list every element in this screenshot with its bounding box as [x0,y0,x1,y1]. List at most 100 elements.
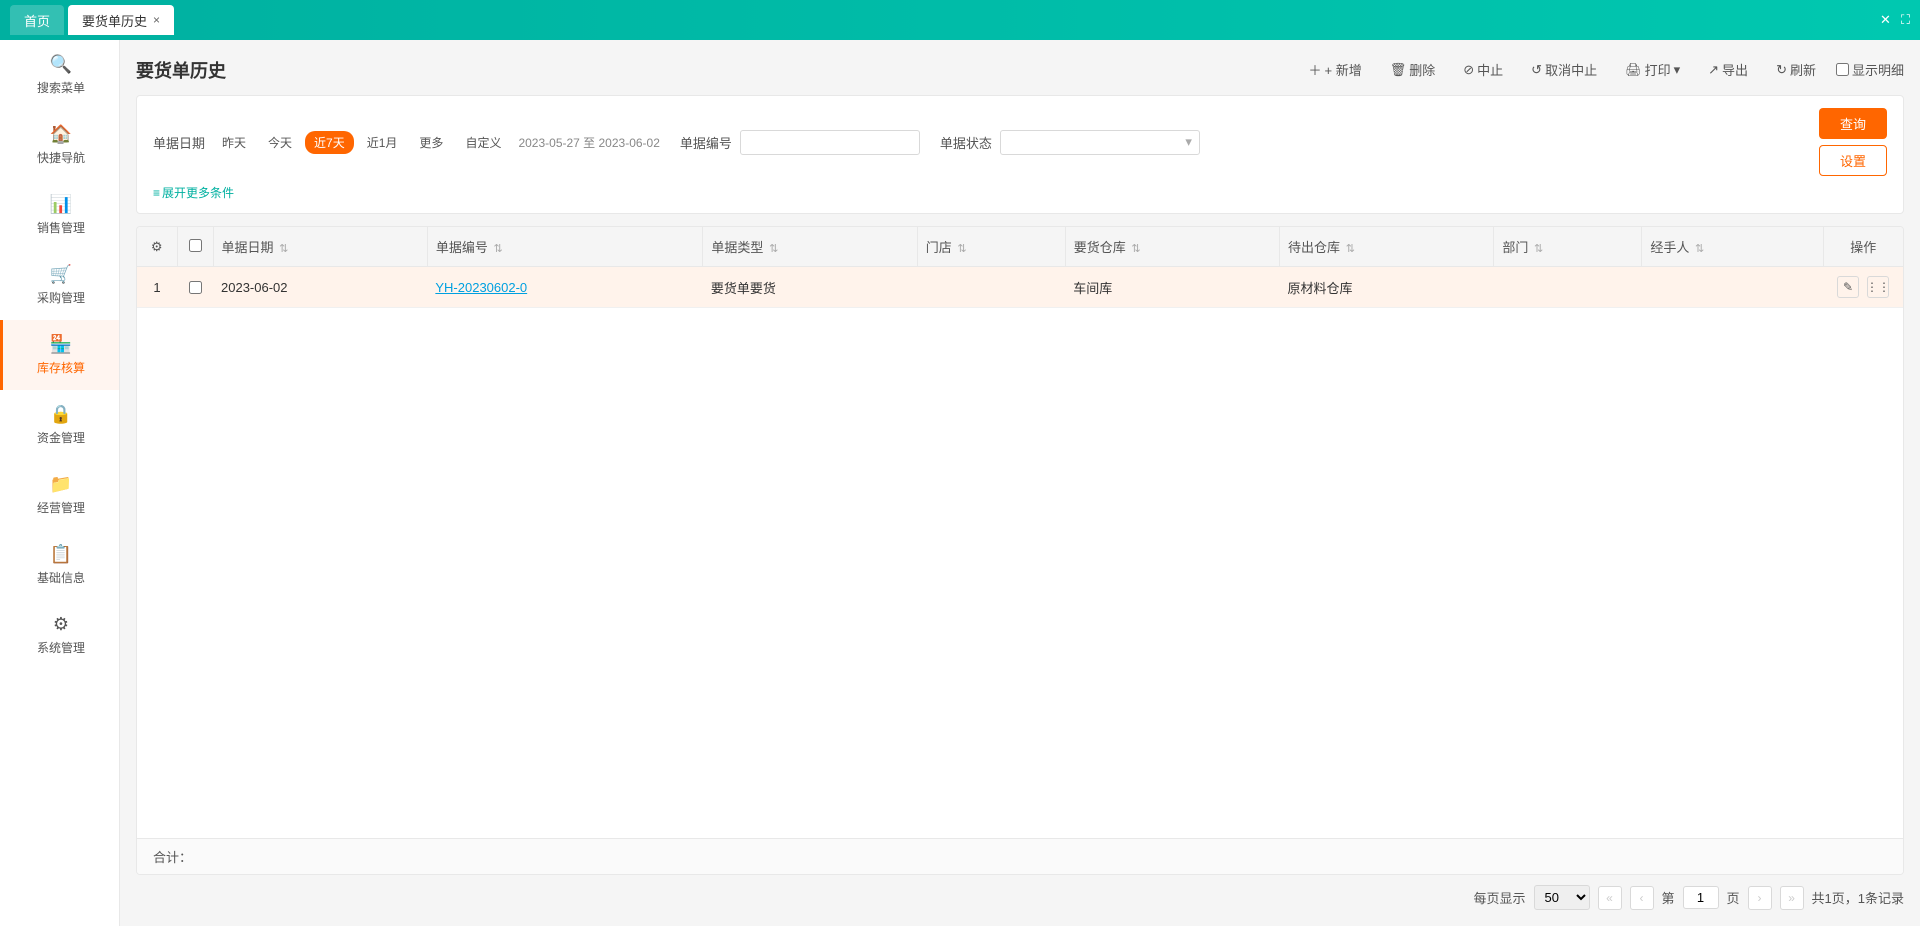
inventory-icon: 🏪 [50,334,72,355]
row-checkbox[interactable] [189,281,202,294]
print-label: 打印 [1645,60,1671,79]
query-button[interactable]: 查询 [1819,108,1887,139]
doc-number-input[interactable] [740,130,920,155]
delete-button[interactable]: 🗑 删除 [1382,56,1444,83]
sidebar-item-system-mgmt[interactable]: ⚙ 系统管理 [0,600,119,670]
page-label-after: 页 [1727,888,1740,907]
doc-status-label: 单据状态 [940,133,992,152]
filter-actions: 查询 设置 [1819,108,1887,176]
select-all-checkbox[interactable] [189,239,202,252]
th-handler-sort-icon[interactable]: ⇅ [1695,243,1704,255]
prev-page-button[interactable]: ‹ [1630,886,1654,910]
filter-panel: 单据日期 昨天 今天 近7天 近1月 更多 自定义 2023-05-27 至 2… [136,95,1904,214]
row-actions: ✎ ⋮⋮ [1831,276,1895,298]
th-doc-number-sort-icon[interactable]: ⇅ [494,243,503,255]
date-btn-today[interactable]: 今天 [259,131,301,154]
th-settings: ⚙ [137,227,177,267]
th-doc-date-sort-icon[interactable]: ⇅ [279,243,288,255]
sidebar-item-quick-nav[interactable]: 🏠 快捷导航 [0,110,119,180]
td-department [1494,267,1642,308]
page-number-input[interactable] [1683,886,1719,909]
stop-icon: ⊘ [1463,62,1474,78]
sidebar-item-basic-info-label: 基础信息 [37,569,85,586]
th-pending-warehouse-sort-icon[interactable]: ⇅ [1346,243,1355,255]
td-req-warehouse: 车间库 [1065,267,1279,308]
th-pending-warehouse-label: 待出仓库 [1288,240,1340,255]
top-right-area: ✕ ⛶ [1880,12,1910,28]
quick-nav-icon: 🏠 [50,124,72,145]
date-btn-yesterday[interactable]: 昨天 [213,131,255,154]
close-window-icon[interactable]: ✕ [1880,12,1891,28]
add-button[interactable]: ＋ + 新增 [1300,56,1369,83]
th-handler-label: 经手人 [1650,240,1689,255]
th-req-warehouse-sort-icon[interactable]: ⇅ [1131,243,1140,255]
doc-status-select[interactable] [1000,130,1200,155]
sidebar-item-purchase-mgmt[interactable]: 🛒 采购管理 [0,250,119,320]
sidebar-item-inventory[interactable]: 🏪 库存核算 [0,320,119,390]
print-icon: 🖨 [1625,62,1642,78]
top-bar: 首页 要货单历史 × ✕ ⛶ [0,0,1920,40]
settings-button[interactable]: 设置 [1819,145,1887,176]
row-edit-icon[interactable]: ✎ [1837,276,1859,298]
column-settings-icon[interactable]: ⚙ [151,239,163,254]
td-store [917,267,1065,308]
doc-number-filter-item: 单据编号 [680,130,920,155]
th-operations-label: 操作 [1850,240,1876,255]
sidebar-item-purchase-mgmt-label: 采购管理 [37,289,85,306]
date-filter-item: 单据日期 昨天 今天 近7天 近1月 更多 自定义 2023-05-27 至 2… [153,131,660,154]
doc-status-select-wrap [1000,130,1200,155]
sidebar-item-finance-mgmt[interactable]: 🔒 资金管理 [0,390,119,460]
pagination-bar: 每页显示 20 50 100 « ‹ 第 页 › » 共1页，1条记录 [136,875,1904,910]
tab-requisition-history[interactable]: 要货单历史 × [68,5,174,35]
tab-requisition-label: 要货单历史 [82,11,147,30]
page-title: 要货单历史 [136,57,226,83]
doc-status-filter-item: 单据状态 [940,130,1200,155]
td-operations: ✎ ⋮⋮ [1823,267,1903,308]
row-more-icon[interactable]: ⋮⋮ [1867,276,1889,298]
date-btn-more[interactable]: 更多 [410,131,452,154]
cancel-stop-icon: ↺ [1531,62,1542,78]
sidebar-item-sales-mgmt[interactable]: 📊 销售管理 [0,180,119,250]
refresh-button[interactable]: ↻ 刷新 [1768,56,1824,83]
td-handler [1642,267,1823,308]
page-size-label: 每页显示 [1473,888,1525,907]
sidebar-item-quick-nav-label: 快捷导航 [37,149,85,166]
print-button[interactable]: 🖨 打印 ▾ [1617,56,1688,83]
th-store-sort-icon[interactable]: ⇅ [957,243,966,255]
display-detail-button[interactable]: 显示明细 [1836,60,1904,79]
fullscreen-icon[interactable]: ⛶ [1901,12,1910,28]
doc-number-label: 单据编号 [680,133,732,152]
expand-more-icon: ≡ [153,186,160,200]
page-label-before: 第 [1662,888,1675,907]
export-button[interactable]: ↗ 导出 [1700,56,1756,83]
tab-close-icon[interactable]: × [153,13,160,27]
date-btn-custom[interactable]: 自定义 [456,131,510,154]
expand-more-button[interactable]: ≡ 展开更多条件 [153,184,1887,201]
table-row: 1 2023-06-02 YH-20230602-0 要货单要货 [137,267,1903,308]
cancel-stop-button[interactable]: ↺ 取消中止 [1523,56,1605,83]
sidebar-item-search-menu[interactable]: 🔍 搜索菜单 [0,40,119,110]
th-operations: 操作 [1823,227,1903,267]
th-department-sort-icon[interactable]: ⇅ [1534,243,1543,255]
stop-button[interactable]: ⊘ 中止 [1455,56,1511,83]
th-store-label: 门店 [926,240,952,255]
tab-home[interactable]: 首页 [10,5,64,35]
sales-mgmt-icon: 📊 [50,194,72,215]
footer-summary-label: 合计： [153,847,192,866]
next-page-button[interactable]: › [1748,886,1772,910]
display-detail-label: 显示明细 [1852,60,1904,79]
display-detail-checkbox[interactable] [1836,63,1849,76]
date-btn-1month[interactable]: 近1月 [358,131,407,154]
page-size-select[interactable]: 20 50 100 [1534,885,1590,910]
last-page-button[interactable]: » [1780,886,1804,910]
ops-mgmt-icon: 📁 [50,474,72,495]
sidebar-item-basic-info[interactable]: 📋 基础信息 [0,530,119,600]
first-page-button[interactable]: « [1598,886,1622,910]
sidebar-item-ops-mgmt[interactable]: 📁 经营管理 [0,460,119,530]
doc-number-link[interactable]: YH-20230602-0 [435,280,527,295]
th-doc-type-sort-icon[interactable]: ⇅ [769,243,778,255]
td-doc-date: 2023-06-02 [213,267,427,308]
td-pending-warehouse: 原材料仓库 [1280,267,1494,308]
date-btn-7days[interactable]: 近7天 [305,131,354,154]
sidebar: 🔍 搜索菜单 🏠 快捷导航 📊 销售管理 🛒 采购管理 🏪 库存核算 🔒 资金管… [0,40,120,926]
